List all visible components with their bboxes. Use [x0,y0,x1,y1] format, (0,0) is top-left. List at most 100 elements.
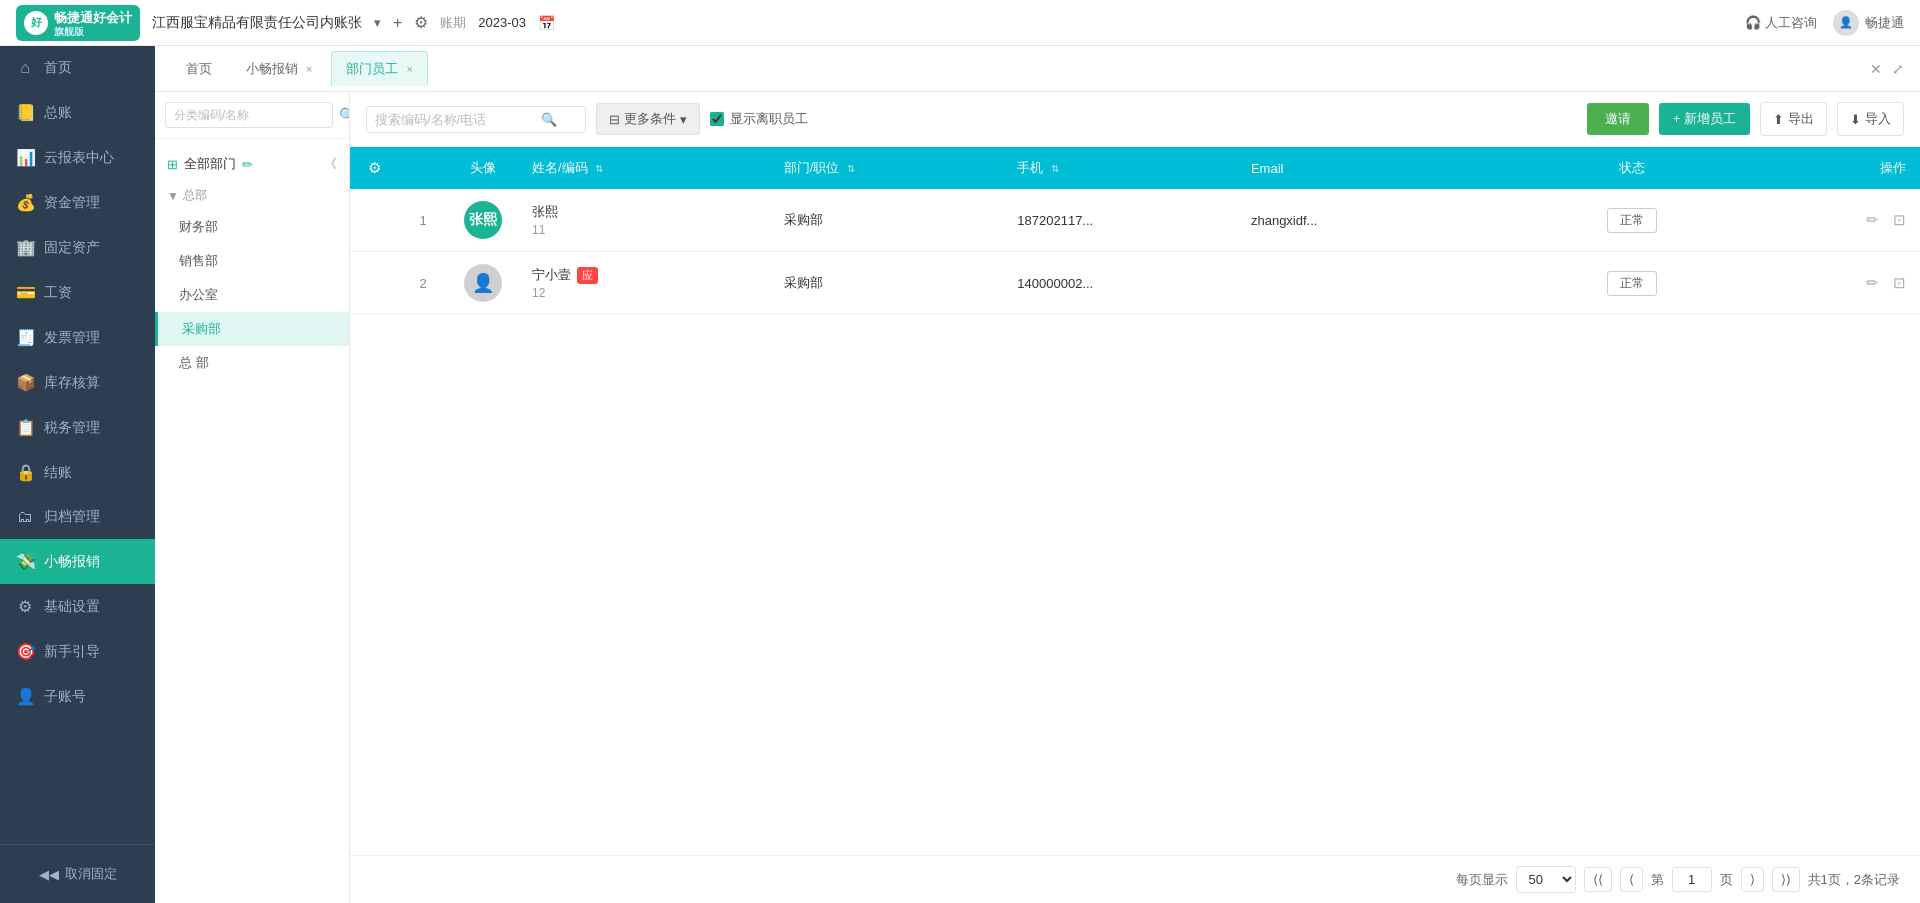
sidebar-item-xiaochang[interactable]: 💸 小畅报销 [0,539,155,584]
sidebar-item-close[interactable]: 🔒 结账 [0,450,155,495]
tax-icon: 📋 [16,418,34,437]
tab-xiaochang-close[interactable]: × [306,63,312,75]
td-email [1237,252,1525,315]
user-name: 畅捷通 [1865,14,1904,32]
app-version: 旗舰版 [54,27,132,37]
sidebar-item-subaccount[interactable]: 👤 子账号 [0,674,155,719]
phone-col-label: 手机 [1017,160,1043,175]
settings-icon[interactable]: ⚙ [414,13,428,32]
action-icons: ✏ ⊡ [1754,274,1906,292]
sidebar-item-inventory[interactable]: 📦 库存核算 [0,360,155,405]
add-icon[interactable]: + [393,14,402,32]
dept-all[interactable]: ⊞ 全部部门 ✏ 《 [155,147,349,181]
period-label: 账期 [440,14,466,32]
td-phone: 187202117... [1003,189,1237,252]
sidebar-item-ledger[interactable]: 📒 总账 [0,90,155,135]
sidebar-item-archive[interactable]: 🗂 归档管理 [0,495,155,539]
avatar-circle: 张熙 [464,201,502,239]
th-name[interactable]: 姓名/编码 ⇅ [518,147,770,189]
service-btn[interactable]: 🎧 人工咨询 [1745,14,1817,32]
dept-edit-icon[interactable]: ✏ [242,157,253,172]
add-employee-btn[interactable]: + 新增员工 [1659,103,1750,135]
user-info[interactable]: 👤 畅捷通 [1833,10,1904,36]
sidebar-item-assets[interactable]: 🏢 固定资产 [0,225,155,270]
dept-collapse-icon[interactable]: 《 [324,155,337,173]
tab-home[interactable]: 首页 [171,51,227,86]
dept-item-finance[interactable]: 财务部 [155,210,349,244]
phone-sort-icon[interactable]: ⇅ [1051,163,1059,174]
content-area: 首页 小畅报销 × 部门员工 × ✕ ⤢ 🔍 [155,46,1920,903]
th-dept[interactable]: 部门/职位 ⇅ [770,147,1004,189]
show-resigned-label[interactable]: 显示离职员工 [710,110,808,128]
edit-employee-icon[interactable]: ✏ [1866,274,1879,292]
show-resigned-checkbox[interactable] [710,112,724,126]
next-page-btn[interactable]: ⟩ [1741,867,1764,892]
first-page-btn[interactable]: ⟨⟨ [1584,867,1612,892]
page-number-input[interactable] [1672,867,1712,892]
sidebar-item-invoice[interactable]: 🧾 发票管理 [0,315,155,360]
dept-col-label: 部门/职位 [784,160,840,175]
sidebar-label-settings: 基础设置 [44,598,100,616]
tab-bar-actions: ✕ ⤢ [1870,61,1904,77]
company-name[interactable]: 江西服宝精品有限责任公司内账张 [152,14,362,32]
dropdown-icon[interactable]: ▾ [374,15,381,30]
dept-item-general[interactable]: 总 部 [155,346,349,380]
last-page-btn[interactable]: ⟩⟩ [1772,867,1800,892]
reports-icon: 📊 [16,148,34,167]
action-icons: ✏ ⊡ [1754,211,1906,229]
sidebar-item-funds[interactable]: 💰 资金管理 [0,180,155,225]
more-action-icon[interactable]: ⊡ [1893,211,1906,229]
per-page-select[interactable]: 50 10 20 100 [1516,866,1576,893]
prev-page-btn[interactable]: ⟨ [1620,867,1643,892]
sidebar-label-inventory: 库存核算 [44,374,100,392]
app-name: 畅捷通好会计 [54,10,132,25]
tab-xiaochang[interactable]: 小畅报销 × [231,51,327,86]
invite-btn[interactable]: 邀请 [1587,103,1649,135]
right-panel: 🔍 ⊟ 更多条件 ▾ 显示离职员工 邀请 + 新增员工 [350,92,1920,903]
employee-search-icon[interactable]: 🔍 [541,112,557,127]
table-row: 2 👤 宁小壹 应 12 采购部 140000002... 正常 ✏ ⊡ [350,252,1920,315]
dept-all-label: 全部部门 [184,155,236,173]
dept-item-office[interactable]: 办公室 [155,278,349,312]
td-num: 2 [398,252,448,315]
employee-badge: 应 [577,267,598,284]
export-btn[interactable]: ⬆ 导出 [1760,102,1827,136]
sidebar-item-home[interactable]: ⌂ 首页 [0,46,155,90]
calendar-icon[interactable]: 📅 [538,15,555,31]
sidebar-item-settings[interactable]: ⚙ 基础设置 [0,584,155,629]
dept-sort-icon[interactable]: ⇅ [847,163,855,174]
dept-arrow-down[interactable]: ▼ [167,189,179,203]
table-settings-icon[interactable]: ⚙ [368,159,381,176]
main-layout: ⌂ 首页 📒 总账 📊 云报表中心 💰 资金管理 🏢 固定资产 💳 工资 🧾 发… [0,46,1920,903]
name-col-label: 姓名/编码 [532,160,588,175]
more-filters-btn[interactable]: ⊟ 更多条件 ▾ [596,103,700,135]
th-phone[interactable]: 手机 ⇅ [1003,147,1237,189]
pagination: 每页显示 50 10 20 100 ⟨⟨ ⟨ 第 页 ⟩ ⟩⟩ 共1页，2条记录 [350,855,1920,903]
employee-search-input[interactable] [375,112,535,127]
more-action-icon[interactable]: ⊡ [1893,274,1906,292]
th-settings[interactable]: ⚙ [350,147,398,189]
sidebar-item-guide[interactable]: 🎯 新手引导 [0,629,155,674]
td-name: 宁小壹 应 12 [518,252,770,315]
tab-dept-employee[interactable]: 部门员工 × [331,51,427,86]
dept-item-sales[interactable]: 销售部 [155,244,349,278]
dept-head-label: 总部 [183,187,207,204]
tab-expand-icon[interactable]: ⤢ [1892,61,1904,77]
tab-dept-close[interactable]: × [406,63,412,75]
sidebar-item-tax[interactable]: 📋 税务管理 [0,405,155,450]
employee-search-box: 🔍 [366,106,586,133]
sidebar-item-payroll[interactable]: 💳 工资 [0,270,155,315]
tab-close-window-icon[interactable]: ✕ [1870,61,1882,77]
edit-employee-icon[interactable]: ✏ [1866,211,1879,229]
import-btn[interactable]: ⬇ 导入 [1837,102,1904,136]
sidebar-label-invoice: 发票管理 [44,329,100,347]
sidebar-item-reports[interactable]: 📊 云报表中心 [0,135,155,180]
cancel-fixed-btn[interactable]: ◀◀ 取消固定 [0,855,155,893]
dept-item-purchase[interactable]: 采购部 [155,312,349,346]
name-sort-icon[interactable]: ⇅ [595,163,603,174]
dept-search-input[interactable] [165,102,333,128]
tab-xiaochang-label: 小畅报销 [246,60,298,78]
dept-search-icon[interactable]: 🔍 [339,107,350,123]
dept-sales-label: 销售部 [179,252,218,270]
import-label: 导入 [1865,110,1891,128]
